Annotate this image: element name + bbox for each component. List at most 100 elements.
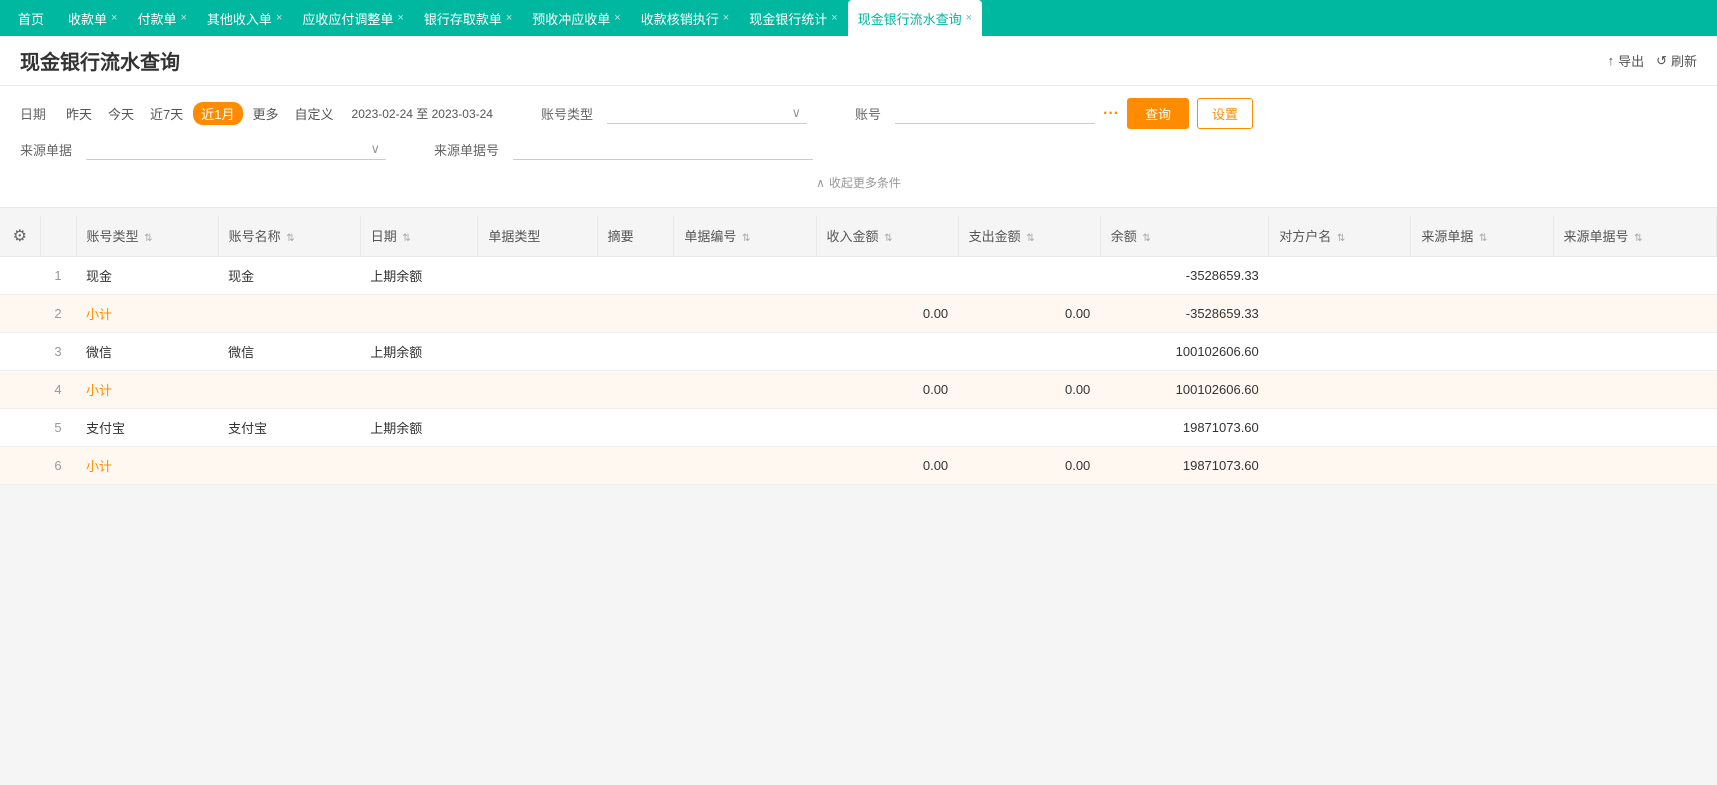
close-icon[interactable]: ×: [831, 12, 837, 24]
date-opt-7days[interactable]: 近7天: [144, 102, 189, 125]
nav-tab[interactable]: 应收应付调整单 ×: [292, 0, 413, 36]
date-opt-yesterday[interactable]: 昨天: [60, 102, 98, 125]
row-date: 上期余额: [360, 332, 478, 370]
close-icon[interactable]: ×: [723, 12, 729, 24]
row-source-doc-no: [1553, 256, 1716, 294]
row-balance: 100102606.60: [1100, 332, 1268, 370]
chevron-down-icon-2: ∨: [371, 141, 381, 157]
income-column-header[interactable]: 收入金额 ⇅: [816, 216, 958, 256]
nav-tab-label: 收款单: [68, 9, 107, 28]
nav-tabs: 收款单×付款单×其他收入单×应收应付调整单×银行存取款单×预收冲应收单×收款核销…: [58, 0, 982, 36]
row-source-doc: [1411, 294, 1553, 332]
account-filter-group: 账号 ···: [855, 104, 1119, 124]
export-button[interactable]: ↑ 导出: [1608, 51, 1645, 70]
expense-column-header[interactable]: 支出金额 ⇅: [958, 216, 1100, 256]
row-expense: [958, 256, 1100, 294]
source-doc-filter-group: 来源单据 ∨: [20, 139, 386, 160]
nav-tab[interactable]: 其他收入单 ×: [197, 0, 292, 36]
row-account-type: 小计: [76, 446, 218, 484]
row-income: 0.00: [816, 370, 958, 408]
table-body: 1 现金 现金 上期余额 -3528659.33 2 小计 0.00 0.00 …: [0, 256, 1717, 484]
row-income: 0.00: [816, 446, 958, 484]
row-doc-no: [674, 294, 816, 332]
chevron-down-icon: ∨: [791, 105, 801, 121]
close-icon[interactable]: ×: [111, 12, 117, 24]
collapse-label: 收起更多条件: [829, 174, 901, 191]
row-no: 1: [40, 256, 76, 294]
row-date: [360, 446, 478, 484]
row-no: 3: [40, 332, 76, 370]
close-icon[interactable]: ×: [397, 12, 403, 24]
doc-no-column-header[interactable]: 单据编号 ⇅: [674, 216, 816, 256]
row-source-doc: [1411, 370, 1553, 408]
nav-tab-label: 现金银行统计: [749, 9, 827, 28]
account-input[interactable]: [895, 104, 1095, 124]
close-icon[interactable]: ×: [614, 12, 620, 24]
account-type-column-header[interactable]: 账号类型 ⇅: [76, 216, 218, 256]
nav-tab[interactable]: 现金银行流水查询×: [848, 0, 982, 36]
nav-tab[interactable]: 付款单 ×: [127, 0, 196, 36]
row-date: [360, 370, 478, 408]
nav-tab-label: 应收应付调整单: [302, 9, 393, 28]
doc-type-column-header[interactable]: 单据类型: [478, 216, 597, 256]
nav-tab[interactable]: 收款单 ×: [58, 0, 127, 36]
date-column-header[interactable]: 日期 ⇅: [360, 216, 478, 256]
row-gear: [0, 370, 40, 408]
collapse-bar[interactable]: ∧ 收起更多条件: [20, 170, 1697, 195]
gear-icon[interactable]: ⚙: [13, 228, 27, 245]
nav-tab[interactable]: 现金银行统计 ×: [739, 0, 847, 36]
nav-tab-label: 其他收入单: [207, 9, 272, 28]
dots-button[interactable]: ···: [1103, 105, 1119, 123]
row-no: 2: [40, 294, 76, 332]
nav-tab[interactable]: 预收冲应收单×: [522, 0, 630, 36]
balance-column-header[interactable]: 余额 ⇅: [1100, 216, 1268, 256]
row-account-name: 现金: [218, 256, 360, 294]
date-opt-custom[interactable]: 自定义: [289, 102, 340, 125]
data-table: ⚙ 账号类型 ⇅ 账号名称 ⇅ 日期 ⇅ 单据类型 摘要 单据编号 ⇅ 收入金额…: [0, 216, 1717, 485]
nav-tab[interactable]: 银行存取款单×: [414, 0, 522, 36]
row-expense: [958, 408, 1100, 446]
close-icon[interactable]: ×: [180, 12, 186, 24]
row-account-name: 支付宝: [218, 408, 360, 446]
row-balance: -3528659.33: [1100, 294, 1268, 332]
source-doc-no-input[interactable]: [513, 140, 813, 160]
date-opt-1month[interactable]: 近1月: [193, 102, 242, 125]
date-range: 2023-02-24 至 2023-03-24: [352, 105, 493, 122]
row-balance: 19871073.60: [1100, 408, 1268, 446]
source-doc-select[interactable]: ∨: [86, 139, 386, 160]
source-doc-column-header[interactable]: 来源单据 ⇅: [1411, 216, 1553, 256]
table-row: 1 现金 现金 上期余额 -3528659.33: [0, 256, 1717, 294]
row-account-name: 微信: [218, 332, 360, 370]
row-summary: [597, 294, 674, 332]
row-date: 上期余额: [360, 408, 478, 446]
nav-home[interactable]: 首页: [4, 9, 58, 28]
row-no: 5: [40, 408, 76, 446]
refresh-button[interactable]: ↺ 刷新: [1656, 51, 1697, 70]
query-button[interactable]: 查询: [1127, 98, 1189, 129]
table-header-row: ⚙ 账号类型 ⇅ 账号名称 ⇅ 日期 ⇅ 单据类型 摘要 单据编号 ⇅ 收入金额…: [0, 216, 1717, 256]
account-type-select[interactable]: ∨: [607, 103, 807, 124]
date-opt-today[interactable]: 今天: [102, 102, 140, 125]
setting-button[interactable]: 设置: [1197, 98, 1253, 129]
close-icon[interactable]: ×: [506, 12, 512, 24]
summary-column-header[interactable]: 摘要: [597, 216, 674, 256]
counterparty-column-header[interactable]: 对方户名 ⇅: [1269, 216, 1411, 256]
row-account-type: 支付宝: [76, 408, 218, 446]
close-icon[interactable]: ×: [276, 12, 282, 24]
account-name-column-header[interactable]: 账号名称 ⇅: [218, 216, 360, 256]
row-doc-type: [478, 332, 597, 370]
source-doc-no-column-header[interactable]: 来源单据号 ⇅: [1553, 216, 1716, 256]
date-opt-more[interactable]: 更多: [247, 102, 285, 125]
row-source-doc-no: [1553, 446, 1716, 484]
row-expense: [958, 332, 1100, 370]
no-column-header: [40, 216, 76, 256]
row-source-doc-no: [1553, 332, 1716, 370]
filter-row-2: 来源单据 ∨ 来源单据号: [20, 139, 1697, 160]
row-income: [816, 332, 958, 370]
close-icon[interactable]: ×: [966, 12, 972, 24]
table-row: 2 小计 0.00 0.00 -3528659.33: [0, 294, 1717, 332]
nav-tab-label: 付款单: [137, 9, 176, 28]
nav-tab[interactable]: 收款核销执行×: [631, 0, 739, 36]
row-source-doc: [1411, 332, 1553, 370]
table-row: 3 微信 微信 上期余额 100102606.60: [0, 332, 1717, 370]
